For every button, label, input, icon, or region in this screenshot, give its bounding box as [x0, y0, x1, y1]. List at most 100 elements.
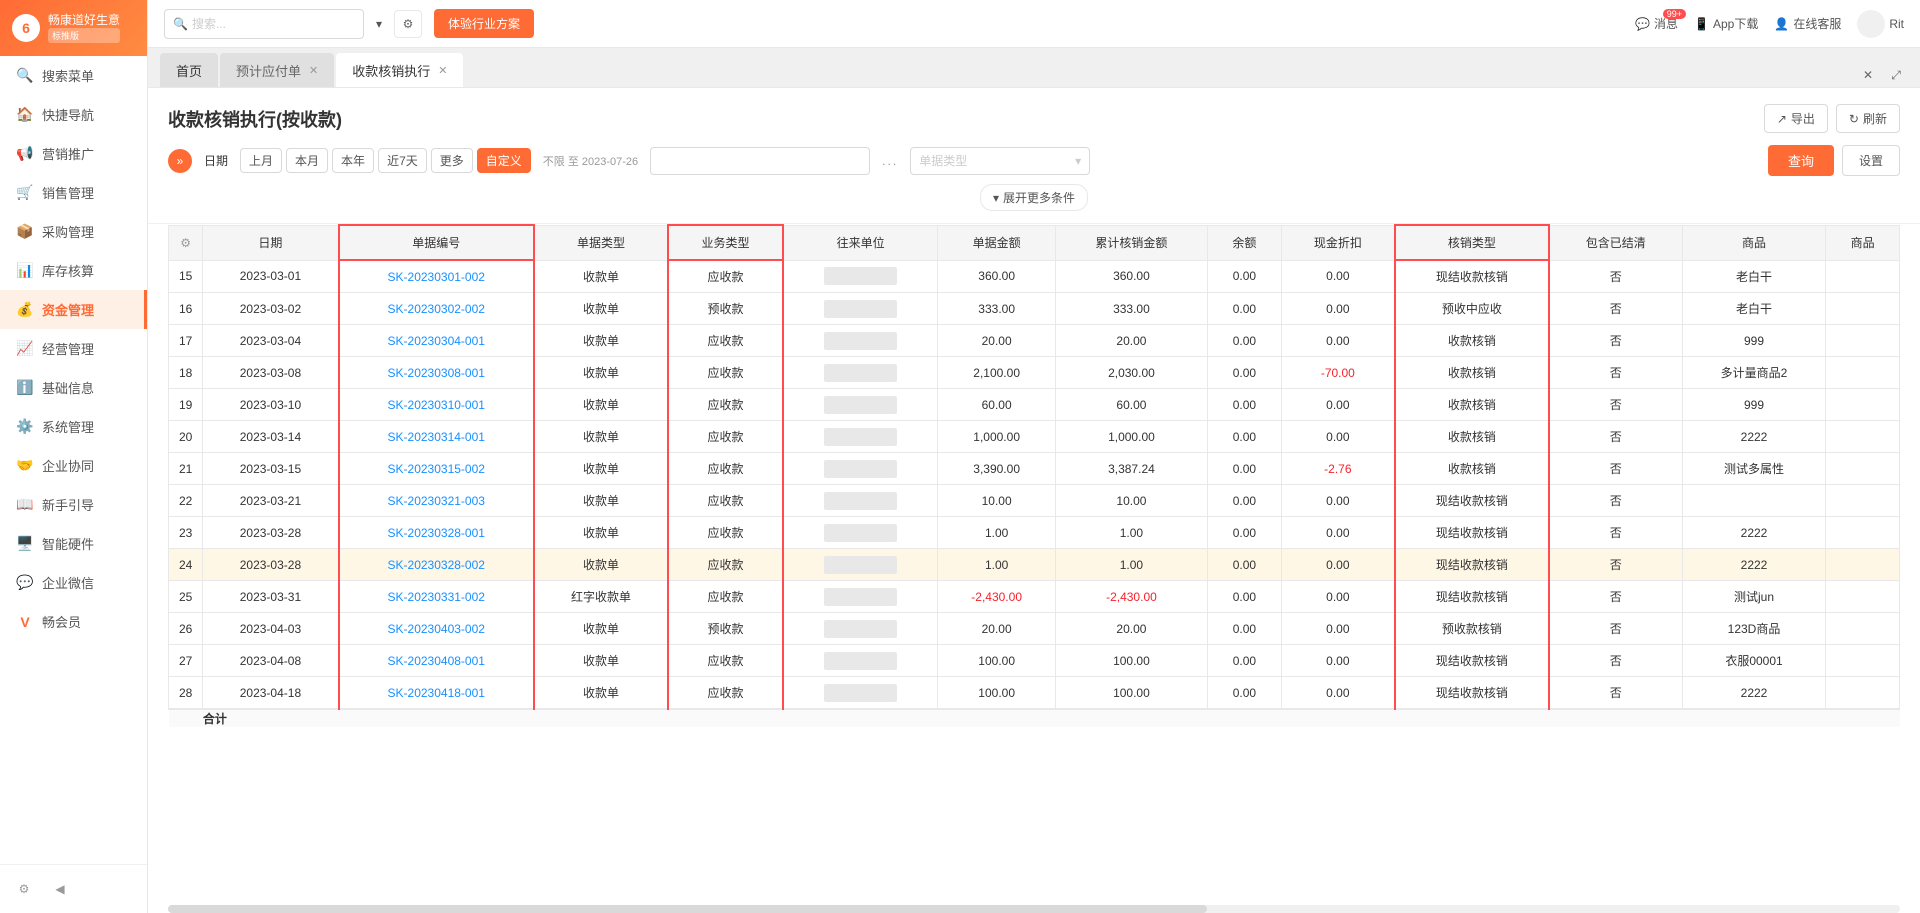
row-bill-type: 收款单 — [534, 357, 668, 389]
col-amount: 单据金额 — [938, 225, 1055, 260]
app-download-btn[interactable]: 📱 App下载 — [1694, 15, 1758, 32]
sidebar-item-inventory[interactable]: 📊 库存核算 — [0, 251, 147, 290]
bill-no-link[interactable]: SK-20230331-002 — [388, 590, 485, 604]
bill-no-link[interactable]: SK-20230418-001 — [388, 686, 485, 700]
sidebar-item-search[interactable]: 🔍 搜索菜单 — [0, 56, 147, 95]
bill-no-link[interactable]: SK-20230403-002 — [388, 622, 485, 636]
sidebar-item-operation[interactable]: 📈 经营管理 — [0, 329, 147, 368]
settings-bottom-btn[interactable]: ⚙ — [10, 875, 38, 903]
col-gear[interactable]: ⚙ — [169, 225, 203, 260]
bill-no-link[interactable]: SK-20230308-001 — [388, 366, 485, 380]
sidebar-item-hardware[interactable]: 🖥️ 智能硬件 — [0, 524, 147, 563]
row-date: 2023-03-14 — [203, 421, 339, 453]
row-amount: 20.00 — [938, 613, 1055, 645]
row-bill-type: 收款单 — [534, 517, 668, 549]
table-row: 25 2023-03-31 SK-20230331-002 红字收款单 应收款 … — [169, 581, 1900, 613]
bill-no-link[interactable]: SK-20230310-001 — [388, 398, 485, 412]
col-discount: 现金折扣 — [1281, 225, 1395, 260]
row-written-off: 360.00 — [1055, 260, 1207, 293]
tab-prepay[interactable]: 预计应付单 ✕ — [220, 53, 334, 87]
row-balance: 0.00 — [1208, 389, 1282, 421]
user-avatar[interactable]: Rit — [1857, 10, 1904, 38]
bill-no-link[interactable]: SK-20230321-003 — [388, 494, 485, 508]
query-button[interactable]: 查询 — [1768, 145, 1834, 176]
date-btn-this-month[interactable]: 本月 — [286, 148, 328, 173]
sidebar-item-finance[interactable]: 💰 资金管理 — [0, 290, 147, 329]
corp-icon: 🤝 — [16, 457, 34, 475]
expand-more-btn[interactable]: ▾ 展开更多条件 — [980, 184, 1088, 211]
tab-collection[interactable]: 收款核销执行 ✕ — [336, 53, 463, 87]
sidebar-item-basic[interactable]: ℹ️ 基础信息 — [0, 368, 147, 407]
sidebar-item-system[interactable]: ⚙️ 系统管理 — [0, 407, 147, 446]
row-bill-no: SK-20230301-002 — [339, 260, 534, 293]
row-biz-type: 应收款 — [668, 453, 783, 485]
bill-no-link[interactable]: SK-20230328-001 — [388, 526, 485, 540]
bill-no-link[interactable]: SK-20230301-002 — [388, 270, 485, 284]
col-biz-type: 业务类型 — [668, 225, 783, 260]
sidebar-item-corp[interactable]: 🤝 企业协同 — [0, 446, 147, 485]
sidebar-item-label: 企业微信 — [42, 573, 94, 592]
col-goods2: 商品 — [1826, 225, 1900, 260]
app-icon: 📱 — [1694, 17, 1709, 31]
row-goods1: 测试jun — [1682, 581, 1826, 613]
gear-icon[interactable]: ⚙ — [180, 236, 191, 250]
bill-no-link[interactable]: SK-20230328-002 — [388, 558, 485, 572]
bill-no-link[interactable]: SK-20230408-001 — [388, 654, 485, 668]
inventory-icon: 📊 — [16, 262, 34, 280]
row-balance: 0.00 — [1208, 485, 1282, 517]
col-bill-no: 单据编号 — [339, 225, 534, 260]
tab-collection-close[interactable]: ✕ — [438, 64, 447, 77]
row-written-off: 3,387.24 — [1055, 453, 1207, 485]
filter-toggle-btn[interactable]: » — [168, 149, 192, 173]
sidebar-item-member[interactable]: V 畅会员 — [0, 602, 147, 641]
tab-prepay-close[interactable]: ✕ — [309, 64, 318, 77]
bill-no-link[interactable]: SK-20230304-001 — [388, 334, 485, 348]
maximize-tab-btn[interactable]: ⤢ — [1884, 63, 1908, 87]
collapse-btn[interactable]: ◀ — [46, 875, 74, 903]
row-bill-no: SK-20230403-002 — [339, 613, 534, 645]
row-no: 28 — [169, 677, 203, 710]
bill-no-link[interactable]: SK-20230314-001 — [388, 430, 485, 444]
sidebar-item-label: 销售管理 — [42, 183, 94, 202]
tab-home[interactable]: 首页 — [160, 53, 218, 87]
row-goods1: 衣服00001 — [1682, 645, 1826, 677]
topbar-search-box[interactable]: 🔍 搜索... — [164, 9, 364, 39]
row-verify-type: 收款核销 — [1395, 421, 1549, 453]
sidebar-item-purchase[interactable]: 📦 采购管理 — [0, 212, 147, 251]
unit-input[interactable] — [650, 147, 870, 175]
row-included: 否 — [1549, 613, 1682, 645]
row-included: 否 — [1549, 453, 1682, 485]
date-btn-custom[interactable]: 自定义 — [477, 148, 531, 173]
row-no: 26 — [169, 613, 203, 645]
sidebar-item-quick-nav[interactable]: 🏠 快捷导航 — [0, 95, 147, 134]
sidebar-item-wechat[interactable]: 💬 企业微信 — [0, 563, 147, 602]
date-btn-more[interactable]: 更多 — [431, 148, 473, 173]
solution-button[interactable]: 体验行业方案 — [434, 9, 534, 38]
message-btn[interactable]: 💬 消息 99+ — [1635, 15, 1678, 32]
topbar-gear-btn[interactable]: ⚙ — [394, 10, 422, 38]
row-date: 2023-03-01 — [203, 260, 339, 293]
sidebar-item-marketing[interactable]: 📢 营销推广 — [0, 134, 147, 173]
topbar-dropdown[interactable]: ▾ — [376, 17, 382, 31]
row-unit — [783, 549, 938, 581]
date-btn-7days[interactable]: 近7天 — [378, 148, 427, 173]
row-written-off: 333.00 — [1055, 293, 1207, 325]
sidebar-item-sales[interactable]: 🛒 销售管理 — [0, 173, 147, 212]
refresh-button[interactable]: ↻ 刷新 — [1836, 104, 1900, 133]
bill-no-link[interactable]: SK-20230315-002 — [388, 462, 485, 476]
date-btn-this-year[interactable]: 本年 — [332, 148, 374, 173]
row-biz-type: 应收款 — [668, 645, 783, 677]
export-button[interactable]: ↗ 导出 — [1764, 104, 1828, 133]
row-included: 否 — [1549, 517, 1682, 549]
close-tab-btn[interactable]: ✕ — [1856, 63, 1880, 87]
date-btn-last-month[interactable]: 上月 — [240, 148, 282, 173]
settings-button[interactable]: 设置 — [1842, 145, 1900, 176]
scroll-indicator[interactable] — [168, 905, 1900, 913]
online-service-btn[interactable]: 👤 在线客服 — [1774, 15, 1841, 32]
sidebar-item-label: 新手引导 — [42, 495, 94, 514]
type-select[interactable]: 单据类型 ▾ — [910, 147, 1090, 175]
row-amount: 100.00 — [938, 645, 1055, 677]
sidebar-item-guide[interactable]: 📖 新手引导 — [0, 485, 147, 524]
bill-no-link[interactable]: SK-20230302-002 — [388, 302, 485, 316]
system-icon: ⚙️ — [16, 418, 34, 436]
